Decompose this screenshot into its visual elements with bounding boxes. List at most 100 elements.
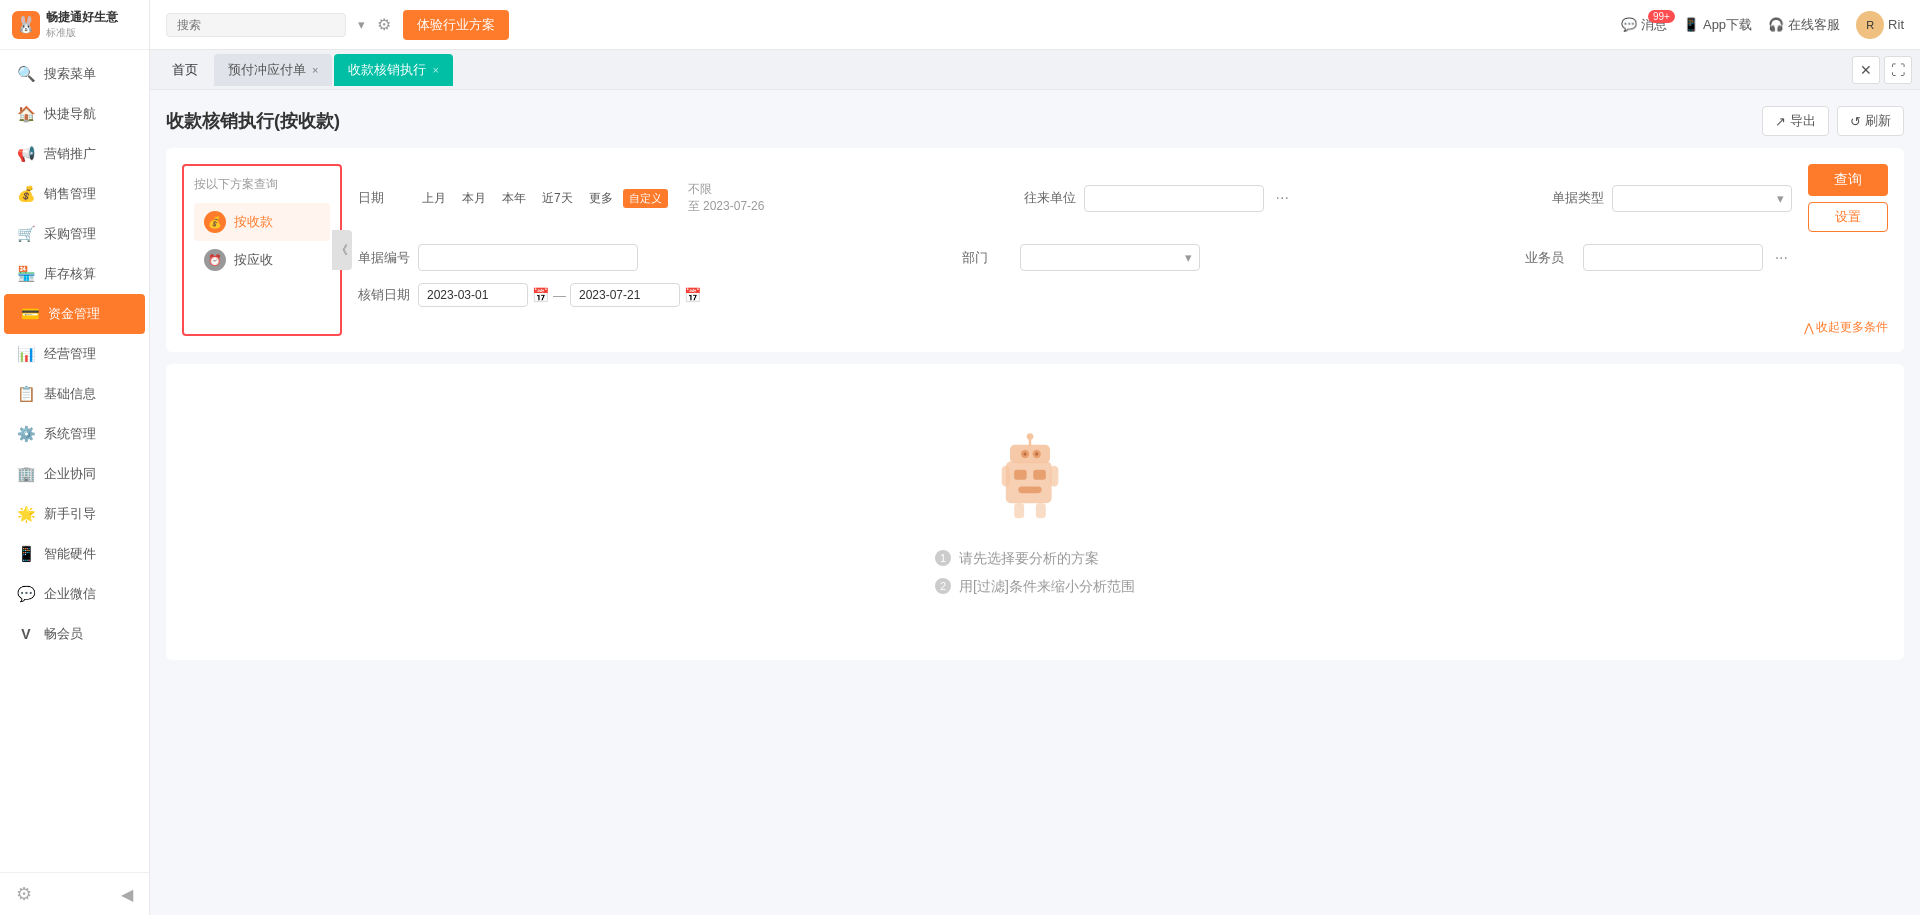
- sidebar-settings-icon[interactable]: ⚙: [16, 883, 32, 905]
- date-custom-badge[interactable]: 自定义: [623, 189, 668, 208]
- topbar: ▾ ⚙ 体验行业方案 💬 消息 99+ 📱 App下载 🎧 在线客服 R Rit: [150, 0, 1920, 50]
- enterprise-icon: 🏢: [16, 464, 36, 484]
- tab-receipt-close-icon[interactable]: ×: [432, 64, 438, 76]
- sidebar-item-enterprise[interactable]: 🏢 企业协同: [0, 454, 149, 494]
- query-button[interactable]: 查询: [1808, 164, 1888, 196]
- service-icon: 🎧: [1768, 17, 1784, 32]
- verify-date-from-calendar-icon[interactable]: 📅: [532, 287, 549, 303]
- sidebar-item-finance[interactable]: 💳 资金管理: [4, 294, 145, 334]
- svg-rect-1: [1014, 470, 1026, 480]
- bill-no-field: 单据编号: [358, 244, 638, 271]
- tab-prepay-offset[interactable]: 预付冲应付单 ×: [214, 54, 332, 86]
- refresh-icon: ↺: [1850, 114, 1861, 129]
- sidebar-item-purchase[interactable]: 🛒 采购管理: [0, 214, 149, 254]
- user-avatar[interactable]: R Rit: [1856, 11, 1904, 39]
- verify-date-to-input[interactable]: [570, 283, 680, 307]
- settings-button[interactable]: 设置: [1808, 202, 1888, 232]
- page-content: 收款核销执行(按收款) ↗ 导出 ↺ 刷新 按以下方案查询 💰 按收款: [150, 90, 1920, 915]
- empty-tip-2: 2 用[过滤]条件来缩小分析范围: [935, 572, 1135, 600]
- verify-date-from-wrap: 📅: [418, 283, 549, 307]
- date-this-month-button[interactable]: 本月: [456, 188, 492, 209]
- page-title: 收款核销执行(按收款): [166, 109, 340, 133]
- date-more-button[interactable]: 更多: [583, 188, 619, 209]
- svg-rect-5: [1050, 466, 1058, 487]
- bill-type-select[interactable]: [1612, 185, 1792, 212]
- filter-sidebar-collapse-button[interactable]: 《: [332, 230, 352, 270]
- inventory-icon: 🏪: [16, 264, 36, 284]
- svg-point-11: [1023, 452, 1026, 455]
- tabs-bar: 首页 预付冲应付单 × 收款核销执行 × ✕ ⛶: [150, 50, 1920, 90]
- svg-rect-4: [1002, 466, 1010, 487]
- tab-prepay-close-icon[interactable]: ×: [312, 64, 318, 76]
- sidebar-nav: 🔍 搜索菜单 🏠 快捷导航 📢 营销推广 💰 销售管理 🛒 采购管理 🏪 库存核…: [0, 50, 149, 872]
- employee-more-button[interactable]: ···: [1771, 249, 1792, 267]
- employee-field: 业务员 ···: [1525, 244, 1792, 271]
- empty-tips: 1 请先选择要分析的方案 2 用[过滤]条件来缩小分析范围: [935, 544, 1135, 600]
- dept-select[interactable]: [1020, 244, 1200, 271]
- date-this-year-button[interactable]: 本年: [496, 188, 532, 209]
- tab-receipt-offset[interactable]: 收款核销执行 ×: [334, 54, 452, 86]
- date-field: 日期 上月 本月 本年 近7天 更多 自定义: [358, 188, 668, 209]
- search-icon: 🔍: [16, 64, 36, 84]
- app-icon: 📱: [1683, 17, 1699, 32]
- message-count-badge: 99+: [1648, 10, 1675, 23]
- date-unlimited-text: 不限 至 2023-07-26: [688, 181, 765, 215]
- purchase-icon: 🛒: [16, 224, 36, 244]
- tab-close-all-icon[interactable]: ✕: [1852, 56, 1880, 84]
- date-last-month-button[interactable]: 上月: [416, 188, 452, 209]
- collapse-more-button[interactable]: ⋀ 收起更多条件: [1804, 319, 1888, 336]
- app-download-button[interactable]: 📱 App下载: [1683, 16, 1752, 34]
- topbar-right: 💬 消息 99+ 📱 App下载 🎧 在线客服 R Rit: [1621, 11, 1904, 39]
- tab-home[interactable]: 首页: [158, 54, 212, 86]
- verify-date-field: 核销日期 📅 — 📅: [358, 283, 701, 307]
- message-button[interactable]: 💬 消息 99+: [1621, 16, 1667, 34]
- system-icon: ⚙️: [16, 424, 36, 444]
- svg-rect-3: [1018, 487, 1041, 494]
- refresh-button[interactable]: ↺ 刷新: [1837, 106, 1904, 136]
- page-actions: ↗ 导出 ↺ 刷新: [1762, 106, 1904, 136]
- industry-solution-button[interactable]: 体验行业方案: [403, 10, 509, 40]
- sidebar-item-marketing[interactable]: 📢 营销推广: [0, 134, 149, 174]
- filter-sidebar-title: 按以下方案查询: [194, 176, 330, 193]
- sidebar-item-sales[interactable]: 💰 销售管理: [0, 174, 149, 214]
- sidebar-item-inventory[interactable]: 🏪 库存核算: [0, 254, 149, 294]
- tab-expand-icon[interactable]: ⛶: [1884, 56, 1912, 84]
- filter-panel: 按以下方案查询 💰 按收款 ⏰ 按应收 《 日期: [166, 148, 1904, 352]
- empty-state: 1 请先选择要分析的方案 2 用[过滤]条件来缩小分析范围: [166, 364, 1904, 660]
- topbar-settings-icon[interactable]: ⚙: [377, 15, 391, 34]
- topbar-search-input[interactable]: [166, 13, 346, 37]
- sidebar-item-guide[interactable]: 🌟 新手引导: [0, 494, 149, 534]
- shortcut-icon: 🏠: [16, 104, 36, 124]
- from-unit-input[interactable]: [1084, 185, 1264, 212]
- sidebar-item-wechat[interactable]: 💬 企业微信: [0, 574, 149, 614]
- filter-option-by-receipt[interactable]: 💰 按收款: [194, 203, 330, 241]
- sidebar-item-operation[interactable]: 📊 经营管理: [0, 334, 149, 374]
- avatar: R: [1856, 11, 1884, 39]
- date-7days-button[interactable]: 近7天: [536, 188, 579, 209]
- finance-icon: 💳: [20, 304, 40, 324]
- sidebar-item-hardware[interactable]: 📱 智能硬件: [0, 534, 149, 574]
- bill-no-input[interactable]: [418, 244, 638, 271]
- online-service-button[interactable]: 🎧 在线客服: [1768, 16, 1840, 34]
- export-icon: ↗: [1775, 114, 1786, 129]
- verify-date-from-input[interactable]: [418, 283, 528, 307]
- filter-actions: 查询 设置: [1808, 164, 1888, 232]
- export-button[interactable]: ↗ 导出: [1762, 106, 1829, 136]
- sidebar-collapse-icon[interactable]: ◀: [121, 885, 133, 904]
- sidebar-item-search[interactable]: 🔍 搜索菜单: [0, 54, 149, 94]
- filter-sidebar: 按以下方案查询 💰 按收款 ⏰ 按应收 《: [182, 164, 342, 336]
- sidebar-item-basic[interactable]: 📋 基础信息: [0, 374, 149, 414]
- sidebar-item-shortcut[interactable]: 🏠 快捷导航: [0, 94, 149, 134]
- from-unit-field: 往来单位 ···: [1024, 185, 1293, 212]
- topbar-dropdown-icon[interactable]: ▾: [358, 17, 365, 32]
- svg-rect-6: [1014, 503, 1024, 518]
- verify-date-to-calendar-icon[interactable]: 📅: [684, 287, 701, 303]
- dept-field: 部门: [962, 244, 1200, 271]
- sidebar-item-system[interactable]: ⚙️ 系统管理: [0, 414, 149, 454]
- verify-date-range: 📅 — 📅: [418, 283, 701, 307]
- sidebar-item-member[interactable]: V 畅会员: [0, 614, 149, 654]
- filter-option-by-receivable[interactable]: ⏰ 按应收: [194, 241, 330, 279]
- from-unit-more-button[interactable]: ···: [1272, 189, 1293, 207]
- hardware-icon: 📱: [16, 544, 36, 564]
- employee-input[interactable]: [1583, 244, 1763, 271]
